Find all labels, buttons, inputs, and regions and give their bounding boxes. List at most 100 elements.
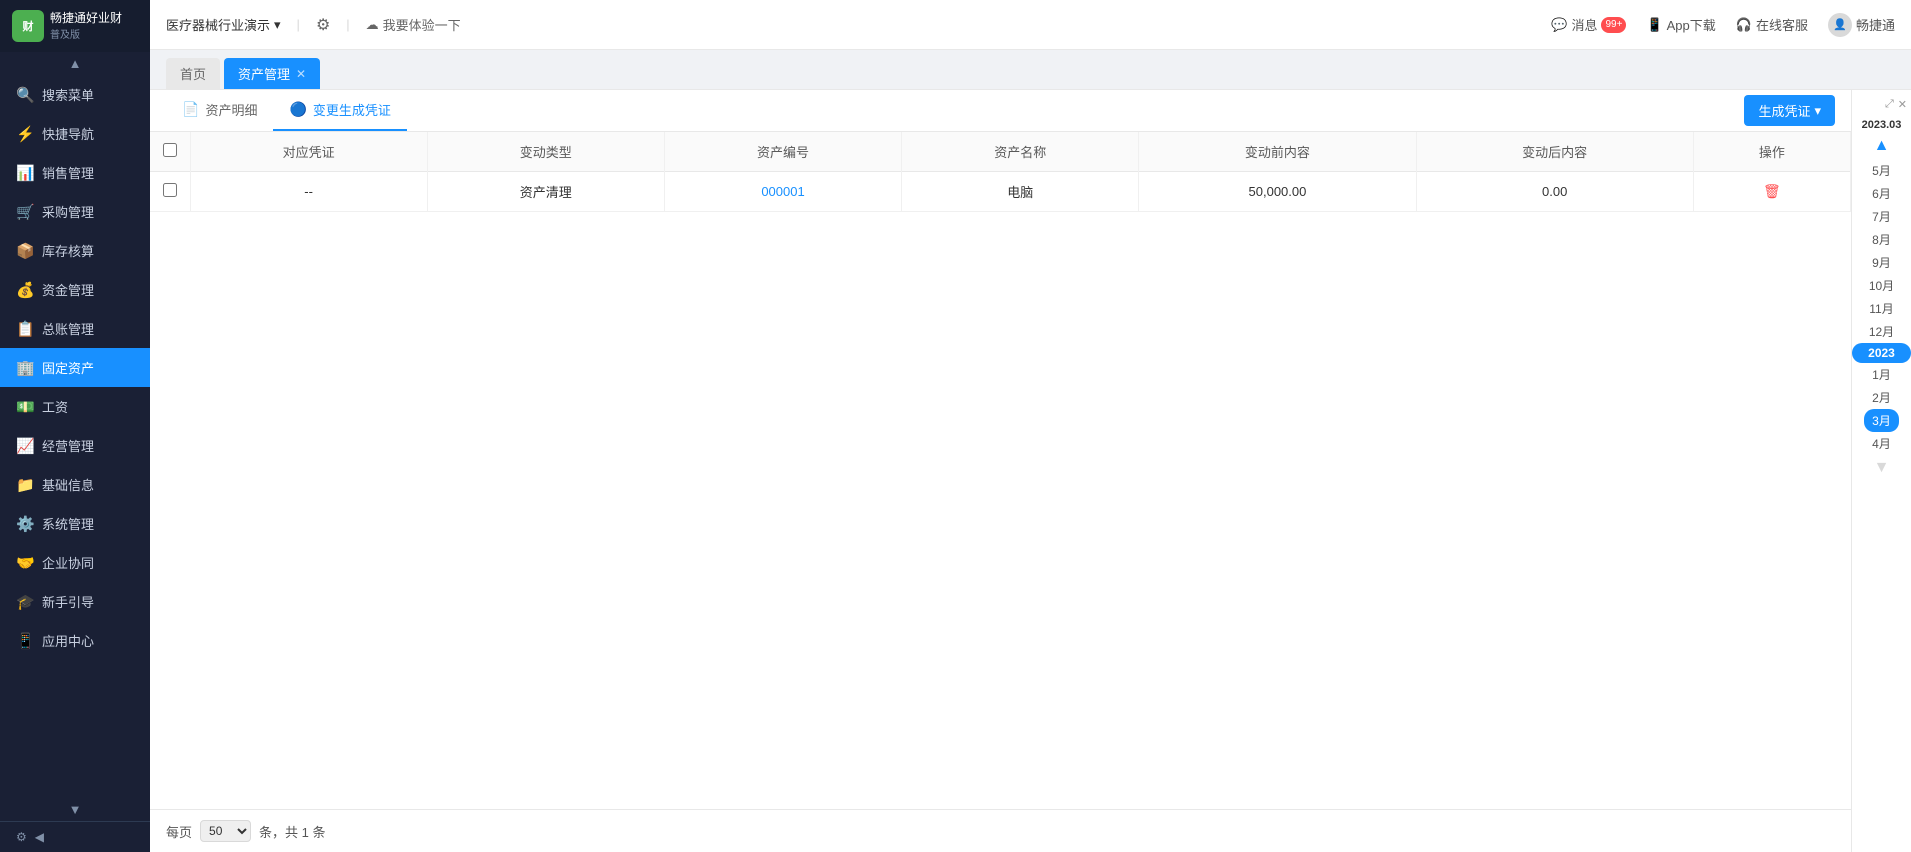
customer-service-label: 在线客服 [1756,15,1808,34]
th-asset-no: 资产编号 [664,132,901,172]
th-action: 操作 [1693,132,1850,172]
sidebar-label-tutorial: 新手引导 [42,592,94,611]
table-row: -- 资产清理 000001 电脑 50,000.00 0.00 🗑 [150,172,1851,212]
sidebar-item-purchase[interactable]: 🛒 采购管理 [0,192,150,231]
generate-voucher-btn[interactable]: 生成凭证 ▾ [1744,95,1835,126]
delete-btn-0[interactable]: 🗑 [1763,183,1781,199]
timeline-month-4月[interactable]: 4月 [1864,432,1899,455]
timeline-month-12月[interactable]: 12月 [1861,320,1902,343]
row-after-0: 0.00 [1416,172,1693,212]
sidebar-item-basic-info[interactable]: 📁 基础信息 [0,465,150,504]
timeline-month-8月[interactable]: 8月 [1861,228,1902,251]
user-menu[interactable]: 👤 畅捷通 [1828,13,1895,37]
tab-asset-mgmt[interactable]: 资产管理✕ [224,58,320,89]
company-selector[interactable]: 医疗器械行业演示 ▾ [166,15,281,34]
timeline-month-7月[interactable]: 7月 [1861,205,1902,228]
sidebar-scroll-down[interactable]: ▼ [0,798,150,821]
timeline-month-6月[interactable]: 6月 [1861,182,1902,205]
notification-btn[interactable]: 💬 消息 99+ [1551,15,1626,34]
sidebar-item-salary[interactable]: 💵 工资 [0,387,150,426]
app-download-btn[interactable]: 📱 App下载 [1646,15,1715,34]
inner-tab-asset-detail[interactable]: 📄 资产明细 [166,90,273,131]
sidebar-item-inventory[interactable]: 📦 库存核算 [0,231,150,270]
sidebar-item-quick-nav[interactable]: ⚡ 快捷导航 [0,114,150,153]
row-asset-name-0: 电脑 [902,172,1139,212]
customer-service-icon: 🎧 [1736,17,1752,33]
inner-tab-icon-asset-detail: 📄 [182,101,199,118]
sidebar-icon-search: 🔍 [16,86,34,104]
tab-close-asset-mgmt[interactable]: ✕ [296,67,306,81]
row-voucher-0: -- [190,172,427,212]
app-logo-icon: 财 [12,10,44,42]
th-before: 变动前内容 [1139,132,1416,172]
sidebar-icon-quick-nav: ⚡ [16,125,34,143]
experience-icon: ☁ [366,17,379,33]
timeline-month-5月[interactable]: 5月 [1861,159,1902,182]
th-checkbox [150,132,190,172]
header-right: 💬 消息 99+ 📱 App下载 🎧 在线客服 👤 畅捷通 [1551,13,1895,37]
timeline-year-marker[interactable]: 2023 [1852,343,1911,363]
sidebar-item-finance[interactable]: 💰 资金管理 [0,270,150,309]
th-voucher: 对应凭证 [190,132,427,172]
sidebar-label-operations: 经营管理 [42,436,94,455]
sidebar-item-app-center[interactable]: 📱 应用中心 [0,621,150,660]
app-download-label: App下载 [1667,15,1716,34]
sidebar-settings-icon[interactable]: ⚙ [16,830,27,844]
experience-btn[interactable]: ☁ 我要体验一下 [366,15,461,34]
per-page-select[interactable]: 102050100 [200,820,251,842]
timeline-month-11月[interactable]: 11月 [1861,297,1902,320]
notification-badge: 99+ [1601,17,1626,33]
inner-tab-label-asset-detail: 资产明细 [205,100,257,119]
sidebar-logo-text: 畅捷通好业财 普及版 [50,11,122,42]
timeline-scroll-down[interactable]: ▼ [1870,455,1894,481]
sidebar-item-operations[interactable]: 📈 经营管理 [0,426,150,465]
data-table: 对应凭证 变动类型 资产编号 资产名称 变动前内容 变动后内容 操作 -- 资产… [150,132,1851,212]
sidebar-label-inventory: 库存核算 [42,241,94,260]
sidebar-label-app-center: 应用中心 [42,631,94,650]
sidebar-logo: 财 畅捷通好业财 普及版 [0,0,150,52]
th-after: 变动后内容 [1416,132,1693,172]
sidebar-item-sales[interactable]: 📊 销售管理 [0,153,150,192]
table-container: 对应凭证 变动类型 资产编号 资产名称 变动前内容 变动后内容 操作 -- 资产… [150,132,1851,809]
per-page-label: 每页 [166,822,192,841]
timeline-month-2月[interactable]: 2月 [1864,386,1899,409]
sidebar-label-basic-info: 基础信息 [42,475,94,494]
app-download-icon: 📱 [1646,17,1662,33]
sidebar-item-enterprise[interactable]: 🤝 企业协同 [0,543,150,582]
timeline-scroll-up[interactable]: ▲ [1870,133,1894,159]
sidebar-icon-basic-info: 📁 [16,476,34,494]
inner-tab-icon-change-voucher: 🔵 [289,101,306,118]
sidebar-item-system[interactable]: ⚙️ 系统管理 [0,504,150,543]
content-area: 📄 资产明细 🔵 变更生成凭证 生成凭证 ▾ 对应凭 [150,90,1911,852]
row-before-0: 50,000.00 [1139,172,1416,212]
th-asset-name: 资产名称 [902,132,1139,172]
notification-icon: 💬 [1551,17,1567,33]
customer-service-btn[interactable]: 🎧 在线客服 [1736,15,1808,34]
tab-label-home: 首页 [180,64,206,83]
sidebar-scroll-up[interactable]: ▲ [0,52,150,75]
row-checkbox-0[interactable] [150,172,190,212]
experience-text: 我要体验一下 [383,15,461,34]
sidebar-item-fixed-assets[interactable]: 🏢 固定资产 [0,348,150,387]
sidebar-icon-finance: 💰 [16,281,34,299]
timeline-month-10月[interactable]: 10月 [1861,274,1902,297]
tab-home[interactable]: 首页 [166,58,220,89]
timeline-expand-icon[interactable]: ⤢ [1885,98,1894,111]
sidebar-item-ledger[interactable]: 📋 总账管理 [0,309,150,348]
header-divider2: | [346,17,349,32]
sidebar-item-tutorial[interactable]: 🎓 新手引导 [0,582,150,621]
timeline-month-3月[interactable]: 3月 [1864,409,1899,432]
inner-tabs: 📄 资产明细 🔵 变更生成凭证 生成凭证 ▾ [150,90,1851,132]
header-settings-icon[interactable]: ⚙ [316,15,330,35]
select-all-checkbox[interactable] [163,143,177,157]
sidebar-collapse-icon[interactable]: ◀ [35,830,44,844]
sidebar-item-search[interactable]: 🔍 搜索菜单 [0,75,150,114]
sidebar-label-salary: 工资 [42,397,68,416]
timeline-close-icon[interactable]: ✕ [1898,98,1907,111]
sidebar-label-finance: 资金管理 [42,280,94,299]
table-header: 对应凭证 变动类型 资产编号 资产名称 变动前内容 变动后内容 操作 [150,132,1851,172]
timeline-month-1月[interactable]: 1月 [1864,363,1899,386]
inner-tab-change-voucher[interactable]: 🔵 变更生成凭证 [273,90,406,131]
timeline-month-9月[interactable]: 9月 [1861,251,1902,274]
sidebar-icon-fixed-assets: 🏢 [16,359,34,377]
